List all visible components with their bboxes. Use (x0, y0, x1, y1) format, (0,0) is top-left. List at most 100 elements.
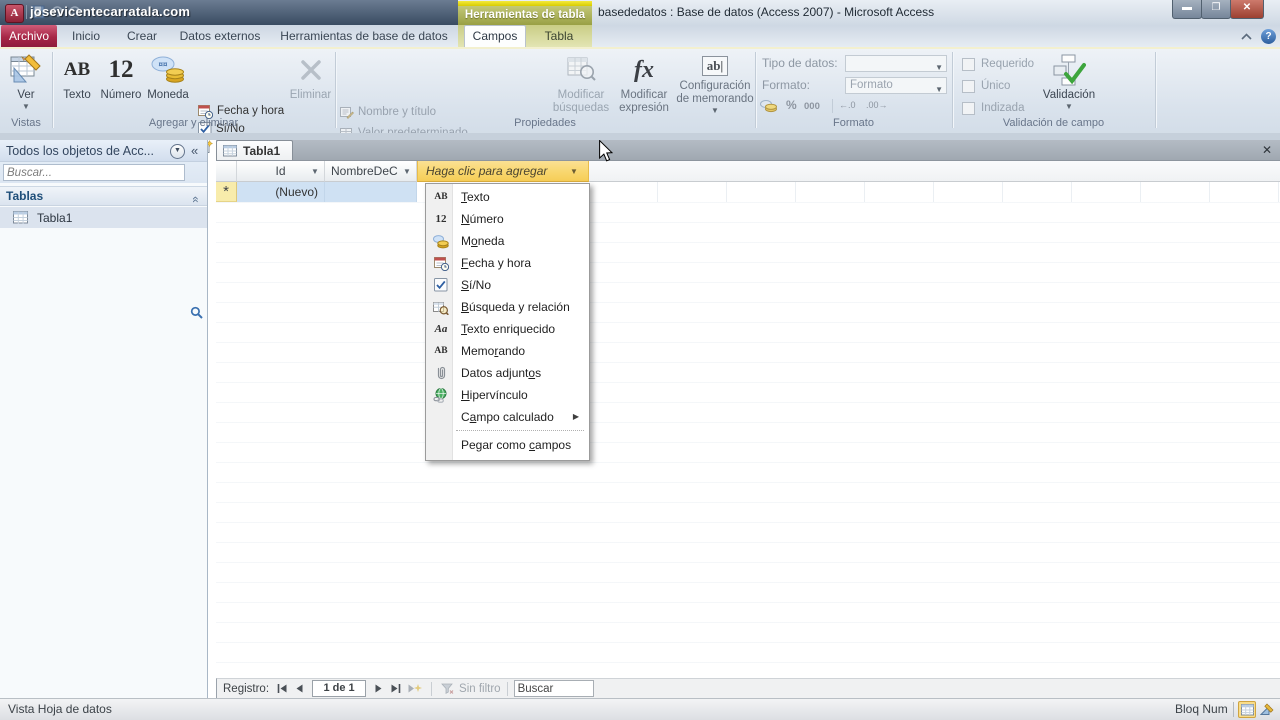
column-header-add-field[interactable]: Haga clic para agregar ▼ (417, 161, 589, 182)
help-icon[interactable]: ? (1261, 29, 1276, 44)
new-record-button[interactable] (407, 683, 423, 694)
fx-icon: fx (634, 56, 654, 83)
config-memorando-button[interactable]: ab| Configuración de memorando ▼ (676, 51, 754, 115)
menu-separator (456, 430, 584, 431)
column-header-nombre[interactable]: NombreDeC ▼ (325, 161, 417, 182)
indizada-checkbox[interactable]: Indizada (962, 99, 1024, 117)
nav-group-tablas[interactable]: Tablas « (0, 186, 207, 206)
menu-item-moneda[interactable]: Moneda (427, 230, 586, 252)
nav-pane-header[interactable]: Todos los objetos de Acc... ▼ « (0, 140, 207, 162)
nav-item-tabla1[interactable]: Tabla1 (0, 207, 207, 228)
checkbox-icon (962, 57, 975, 71)
menu-item-texto[interactable]: AB Texto (427, 186, 586, 208)
decrease-decimals-icon[interactable]: .00→ (866, 100, 888, 110)
ver-button[interactable]: Ver ▼ (4, 51, 48, 115)
restore-button[interactable]: ❐ (1201, 0, 1231, 19)
status-bar: Vista Hoja de datos Bloq Num (0, 698, 1280, 720)
document-tab-tabla1[interactable]: Tabla1 (216, 140, 293, 160)
select-all-corner[interactable] (216, 161, 237, 182)
design-view-icon (1260, 703, 1274, 715)
group-label-vistas: Vistas (11, 117, 41, 129)
group-label-agregar: Agregar y eliminar (148, 117, 239, 129)
table-icon (13, 211, 28, 224)
nav-search-input[interactable] (3, 164, 185, 181)
minimize-button[interactable]: ▬ (1172, 0, 1202, 19)
numero-button[interactable]: 12 Número (99, 51, 143, 115)
requerido-checkbox[interactable]: Requerido (962, 55, 1034, 73)
globe-link-icon (431, 384, 451, 406)
modificar-expresion-button[interactable]: fx Modificar expresión (613, 51, 675, 115)
menu-item-fecha-hora[interactable]: Fecha y hora (427, 252, 586, 274)
previous-record-button[interactable] (294, 683, 305, 694)
formato-label: Formato: (762, 78, 811, 92)
tipo-datos-combo[interactable]: ▼ (845, 55, 947, 72)
menu-item-datos-adjuntos[interactable]: Datos adjuntos (427, 362, 586, 384)
record-navigation-bar: Registro: 1 de 1 Sin filtro (216, 678, 1280, 698)
formato-combo[interactable]: Formato ▼ (845, 77, 947, 94)
menu-item-busqueda-relacion[interactable]: Búsqueda y relación (427, 296, 586, 318)
currency-format-icon[interactable] (760, 98, 778, 113)
menu-item-memorando[interactable]: AB Memorando (427, 340, 586, 362)
tab-campos[interactable]: Campos (464, 25, 526, 47)
text-icon: AB (434, 192, 448, 202)
last-record-button[interactable] (390, 683, 401, 694)
cell-id-new[interactable]: (Nuevo) (237, 182, 325, 202)
group-label-validacion: Validación de campo (1002, 117, 1105, 129)
unico-checkbox[interactable]: Único (962, 77, 1010, 95)
moneda-button[interactable]: ¤¤ Moneda (144, 51, 192, 115)
cell-nombre-new[interactable] (325, 182, 417, 202)
current-record-box[interactable]: 1 de 1 (312, 680, 367, 697)
number-icon: 12 (435, 213, 447, 225)
mouse-cursor (599, 140, 614, 162)
number-field-icon: 12 (108, 56, 134, 83)
tab-inicio[interactable]: Inicio (60, 25, 112, 47)
rich-text-icon: Aa (434, 323, 448, 335)
collapse-group-icon[interactable]: « (186, 196, 205, 203)
chevron-down-icon[interactable]: ▼ (570, 162, 578, 182)
close-document-icon[interactable]: ✕ (1262, 140, 1272, 161)
ribbon: Ver ▼ Vistas AB Texto 12 Número ¤¤ Moned… (0, 47, 1280, 163)
tab-datos-externos[interactable]: Datos externos (172, 25, 268, 47)
first-record-button[interactable] (277, 683, 288, 694)
percent-format-icon[interactable]: % (786, 98, 797, 112)
memo-settings-icon: ab| (701, 51, 729, 80)
texto-button[interactable]: AB Texto (56, 51, 98, 115)
close-button[interactable]: ✕ (1230, 0, 1264, 19)
design-view-button[interactable] (1258, 701, 1276, 718)
datasheet-body[interactable] (216, 202, 1280, 678)
chevron-down-icon[interactable]: ▼ (403, 162, 411, 182)
tab-tabla[interactable]: Tabla (528, 25, 590, 47)
nav-pane-menu-icon[interactable]: ▼ (170, 144, 185, 159)
increase-decimals-icon[interactable]: ←.0 (839, 100, 856, 110)
filter-status-label: Sin filtro (459, 682, 501, 695)
tab-archivo[interactable]: Archivo (1, 25, 57, 47)
shutter-close-icon[interactable]: « (191, 140, 198, 162)
access-logo-icon[interactable]: A (5, 4, 24, 23)
num-lock-indicator: Bloq Num (1175, 702, 1228, 716)
menu-item-hipervinculo[interactable]: Hipervínculo (427, 384, 586, 406)
new-record-selector[interactable]: * (216, 182, 237, 202)
menu-item-pegar-como-campos[interactable]: Pegar como campos (427, 434, 586, 456)
chevron-down-icon[interactable]: ▼ (311, 162, 319, 182)
thousands-format-icon[interactable]: 000 (804, 101, 820, 112)
submenu-arrow-icon: ▶ (572, 412, 579, 421)
tab-herramientas-bd[interactable]: Herramientas de base de datos (270, 25, 458, 47)
menu-item-si-no[interactable]: Sí/No (427, 274, 586, 296)
search-icon[interactable] (190, 306, 204, 320)
modificar-busquedas-button[interactable]: Modificar búsquedas (550, 51, 612, 115)
currency-field-icon: ¤¤ (150, 51, 186, 89)
window-title: basededatos : Base de datos (Access 2007… (598, 5, 935, 19)
record-search-input[interactable] (513, 680, 594, 697)
menu-item-numero[interactable]: 12 Número (427, 208, 586, 230)
menu-item-texto-enriquecido[interactable]: Aa Texto enriquecido (427, 318, 586, 340)
memo-icon: AB (434, 346, 448, 356)
collapse-ribbon-icon[interactable] (1240, 32, 1253, 41)
tab-crear[interactable]: Crear (114, 25, 170, 47)
eliminar-button[interactable]: Eliminar (288, 51, 333, 115)
menu-item-campo-calculado[interactable]: Campo calculado ▶ (427, 406, 586, 428)
validacion-button[interactable]: Validación ▼ (1038, 51, 1100, 115)
column-header-id[interactable]: Id ▼ (237, 161, 325, 182)
next-record-button[interactable] (373, 683, 384, 694)
datasheet-view-button[interactable] (1238, 701, 1256, 718)
delete-icon (298, 51, 324, 89)
